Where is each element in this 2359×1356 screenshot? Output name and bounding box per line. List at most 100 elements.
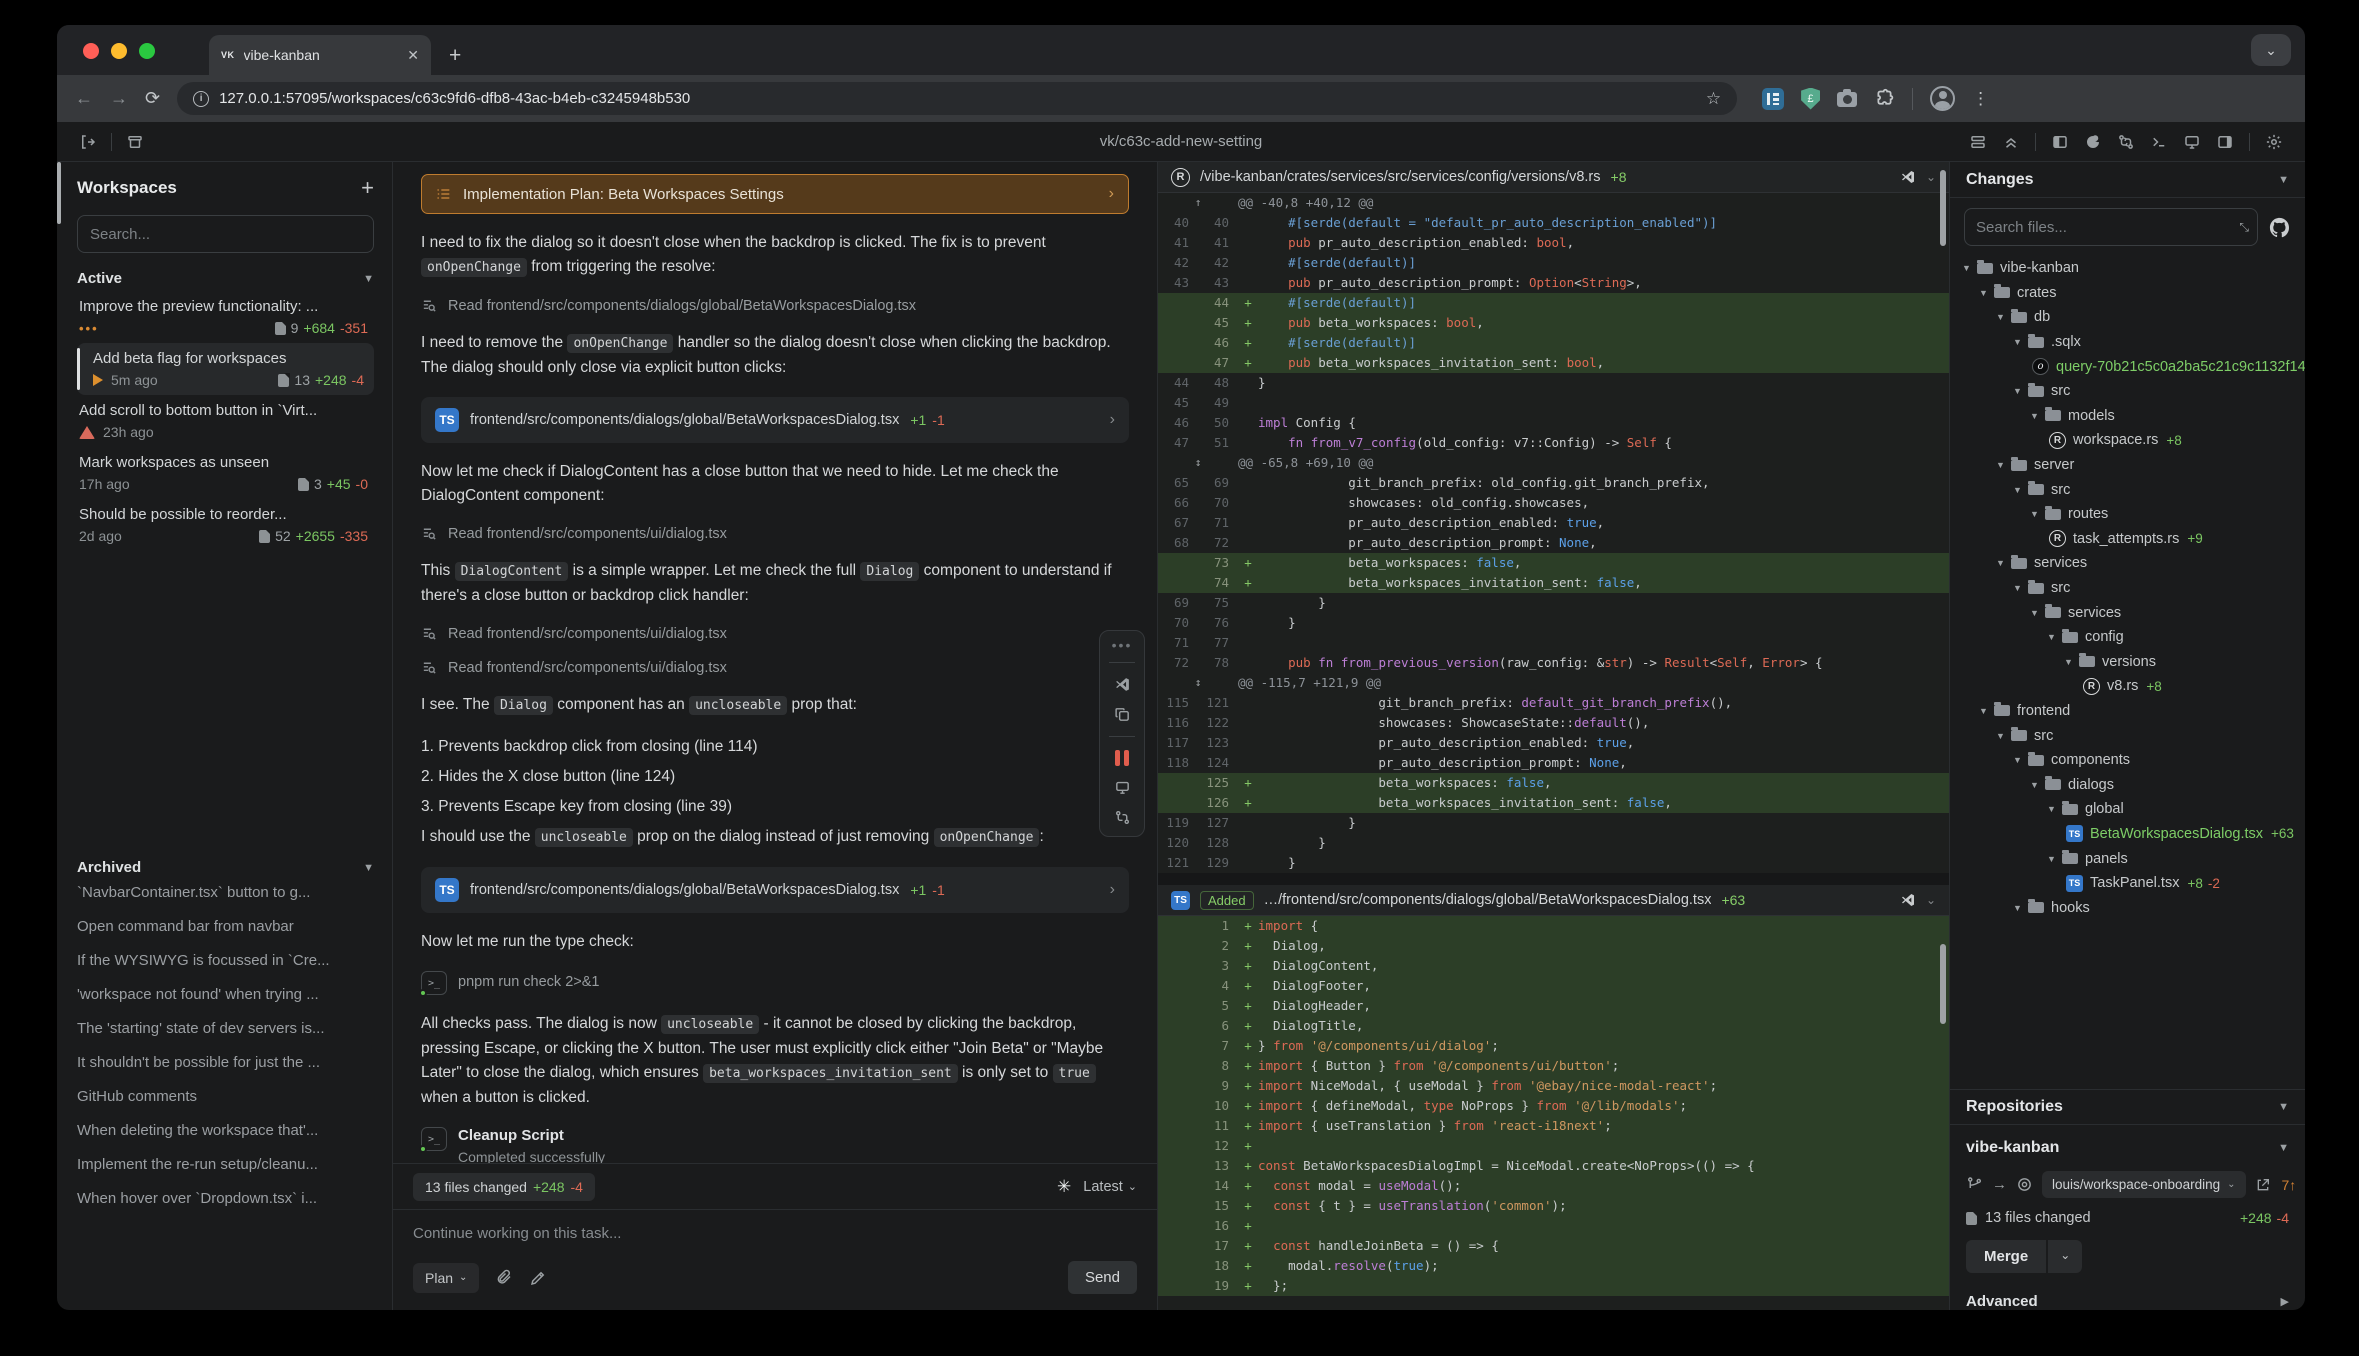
tree-folder-row[interactable]: ▼ hooks [1962,895,2297,920]
diff-line[interactable]: 118 124 pr_auto_description_prompt: None, [1158,753,1949,773]
chevron-down-icon[interactable]: ▼ [2047,804,2060,814]
chevron-down-icon[interactable]: ▼ [2030,411,2043,421]
changes-file-tree[interactable]: ▼ vibe-kanban ▼ crates ▼ db ▼ .sqlx o query-70b21… [1950,254,2305,1089]
diff-line[interactable]: 1 + import { [1158,916,1949,936]
tree-folder-row[interactable]: ▼ models [1962,404,2297,429]
active-collapse-icon[interactable]: ▼ [363,273,374,285]
chevron-down-icon[interactable]: ▼ [1979,288,1992,298]
mode-dropdown[interactable]: Plan ⌄ [413,1262,480,1293]
merge-options-caret[interactable]: ⌄ [2048,1240,2083,1273]
archived-workspace-item[interactable]: 'workspace not found' when trying ... [77,978,374,1012]
diff-line[interactable]: 121 129 } [1158,853,1949,873]
chevron-down-icon[interactable]: ▼ [2013,755,2026,765]
extensions-puzzle-icon[interactable] [1874,88,1895,109]
files-changed-badge[interactable]: 13 files changed +248 -4 [413,1172,595,1201]
advanced-expand-icon[interactable]: ▶ [2281,1295,2289,1308]
tree-folder-row[interactable]: ▼ global [1962,797,2297,822]
diff-line[interactable]: 47 + pub beta_workspaces_invitation_sent:… [1158,353,1949,373]
archived-workspace-item[interactable]: It shouldn't be possible for just the ..… [77,1046,374,1080]
copy-icon[interactable] [1114,706,1131,723]
tree-folder-row[interactable]: ▼ services [1962,600,2297,625]
diff-line[interactable]: 18 + modal.resolve(true); [1158,1256,1949,1276]
archived-workspace-item[interactable]: `NavbarContainer.tsx` button to g... [77,876,374,910]
file-search-input[interactable] [1964,208,2258,246]
collapse-diff-icon[interactable]: ⌄ [1926,170,1936,184]
archived-workspace-item[interactable]: When deleting the workspace that'... [77,1114,374,1148]
archived-workspace-item[interactable]: If the WYSIWYG is focussed in `Cre... [77,944,374,978]
expand-hunk-icon[interactable]: ↕ [1158,453,1238,473]
archive-box-icon[interactable] [126,133,144,151]
diff-hunk-row[interactable]: ↕ @@ -65,8 +69,10 @@ [1158,453,1949,473]
diff-line[interactable]: 43 43 pub pr_auto_description_prompt: Opt… [1158,273,1949,293]
terminal-icon[interactable] [2150,133,2168,151]
rows-layout-icon[interactable] [1969,133,1987,151]
add-workspace-button[interactable]: + [361,175,374,201]
diff-line[interactable]: 120 128 } [1158,833,1949,853]
conversation-scroll[interactable]: Implementation Plan: Beta Workspaces Set… [393,162,1157,1163]
tree-folder-row[interactable]: ▼ .sqlx [1962,330,2297,355]
chevron-down-icon[interactable]: ▼ [2047,632,2060,642]
git-compare-icon[interactable] [1114,809,1131,826]
external-link-icon[interactable] [2255,1177,2271,1193]
drag-handle-icon[interactable]: ••• [1112,638,1133,652]
diff-line[interactable]: 71 77 [1158,633,1949,653]
diff-hunk-row[interactable]: ↕ @@ -115,7 +121,9 @@ [1158,673,1949,693]
diff-line[interactable]: 7 +} from '@/components/ui/dialog'; [1158,1036,1949,1056]
tree-folder-row[interactable]: ▼ services [1962,551,2297,576]
tree-file-row[interactable]: o query-70b21c5c0a2ba5c21c9c1132f14a68 [1962,354,2305,379]
archived-workspace-item[interactable]: GitHub comments [77,1080,374,1114]
edited-file-card[interactable]: TS frontend/src/components/dialogs/global… [421,867,1129,913]
expand-hunk-icon[interactable]: ↕ [1158,673,1238,693]
tree-folder-row[interactable]: ▼ vibe-kanban [1962,256,2297,281]
tool-call-row[interactable]: Read frontend/src/components/ui/dialog.t… [421,659,1129,676]
chevron-down-icon[interactable]: ▼ [2030,509,2043,519]
workspace-item[interactable]: Improve the preview functionality: ... ••… [77,291,374,343]
pause-icon[interactable] [1115,750,1129,766]
repositories-collapse-icon[interactable]: ▼ [2278,1101,2289,1113]
diff-line[interactable]: 69 75 } [1158,593,1949,613]
tool-call-row[interactable]: Read frontend/src/components/ui/dialog.t… [421,625,1129,642]
diff-line[interactable]: 126 + beta_workspaces_invitation_sent: fa… [1158,793,1949,813]
tool-call-row[interactable]: Read frontend/src/components/ui/dialog.t… [421,525,1129,542]
chevron-down-icon[interactable]: ▼ [1979,706,1992,716]
chevron-down-icon[interactable]: ▼ [2013,485,2026,495]
chevron-down-icon[interactable]: ▼ [2013,583,2026,593]
latest-dropdown[interactable]: Latest ⌄ [1083,1179,1137,1195]
diff-line[interactable]: 47 51 fn from_v7_config(old_config: v7::C… [1158,433,1949,453]
tree-folder-row[interactable]: ▼ src [1962,576,2297,601]
diff-line[interactable]: 44 48} [1158,373,1949,393]
workspace-item[interactable]: Mark workspaces as unseen 17h ago 3 +45 -0 [77,447,374,499]
tree-folder-row[interactable]: ▼ src [1962,477,2297,502]
diff-line[interactable]: 125 + beta_workspaces: false, [1158,773,1949,793]
diff-line[interactable]: 14 + const modal = useModal(); [1158,1176,1949,1196]
diff-line[interactable]: 45 49 [1158,393,1949,413]
diff-body[interactable]: 1 + import {2 + Dialog, 3 + DialogContent, 4 + … [1158,916,1949,1296]
forward-icon[interactable]: → [110,88,128,109]
branch-dropdown[interactable]: louis/workspace-onboarding ⌄ [2042,1171,2246,1198]
diff-line[interactable]: 46 + #[serde(default)] [1158,333,1949,353]
tree-file-row[interactable]: TS TaskPanel.tsx +8 -2 [1962,871,2297,896]
diff-line[interactable]: 9 + import NiceModal, { useModal } from '@… [1158,1076,1949,1096]
diff-line[interactable]: 4 + DialogFooter, [1158,976,1949,996]
chevron-down-icon[interactable]: ▼ [2013,337,2026,347]
tree-file-row[interactable]: Rtask_attempts.rs +9 [1962,527,2297,552]
diff-line[interactable]: 115 121 git_branch_prefix: default_git_br… [1158,693,1949,713]
diff-line[interactable]: 66 70 showcases: old_config.showcases, [1158,493,1949,513]
diff-line[interactable]: 8 + import { Button } from '@/components/u… [1158,1056,1949,1076]
diff-scrollbar-thumb[interactable] [1940,170,1946,246]
extension-icon-1[interactable] [1762,87,1785,110]
chevron-down-icon[interactable]: ▼ [2064,657,2077,667]
address-bar[interactable]: i 127.0.0.1:57095/workspaces/c63c9fd6-df… [177,82,1738,115]
minimize-window-button[interactable] [111,43,127,59]
browser-menu-icon[interactable]: ⋮ [1972,89,1989,109]
tree-folder-row[interactable]: ▼ versions [1962,650,2297,675]
back-icon[interactable]: ← [75,88,93,109]
tree-folder-row[interactable]: ▼ crates [1962,281,2297,306]
spark-icon[interactable]: ✳ [1057,1177,1071,1197]
profile-avatar[interactable] [1930,86,1956,111]
diff-line[interactable]: 10 + import { defineModal, type NoProps } … [1158,1096,1949,1116]
chevron-down-icon[interactable]: ▼ [1996,731,2009,741]
repo-collapse-icon[interactable]: ▼ [2278,1142,2289,1154]
tree-folder-row[interactable]: ▼ routes [1962,502,2297,527]
chevron-down-icon[interactable]: ▼ [2030,608,2043,618]
